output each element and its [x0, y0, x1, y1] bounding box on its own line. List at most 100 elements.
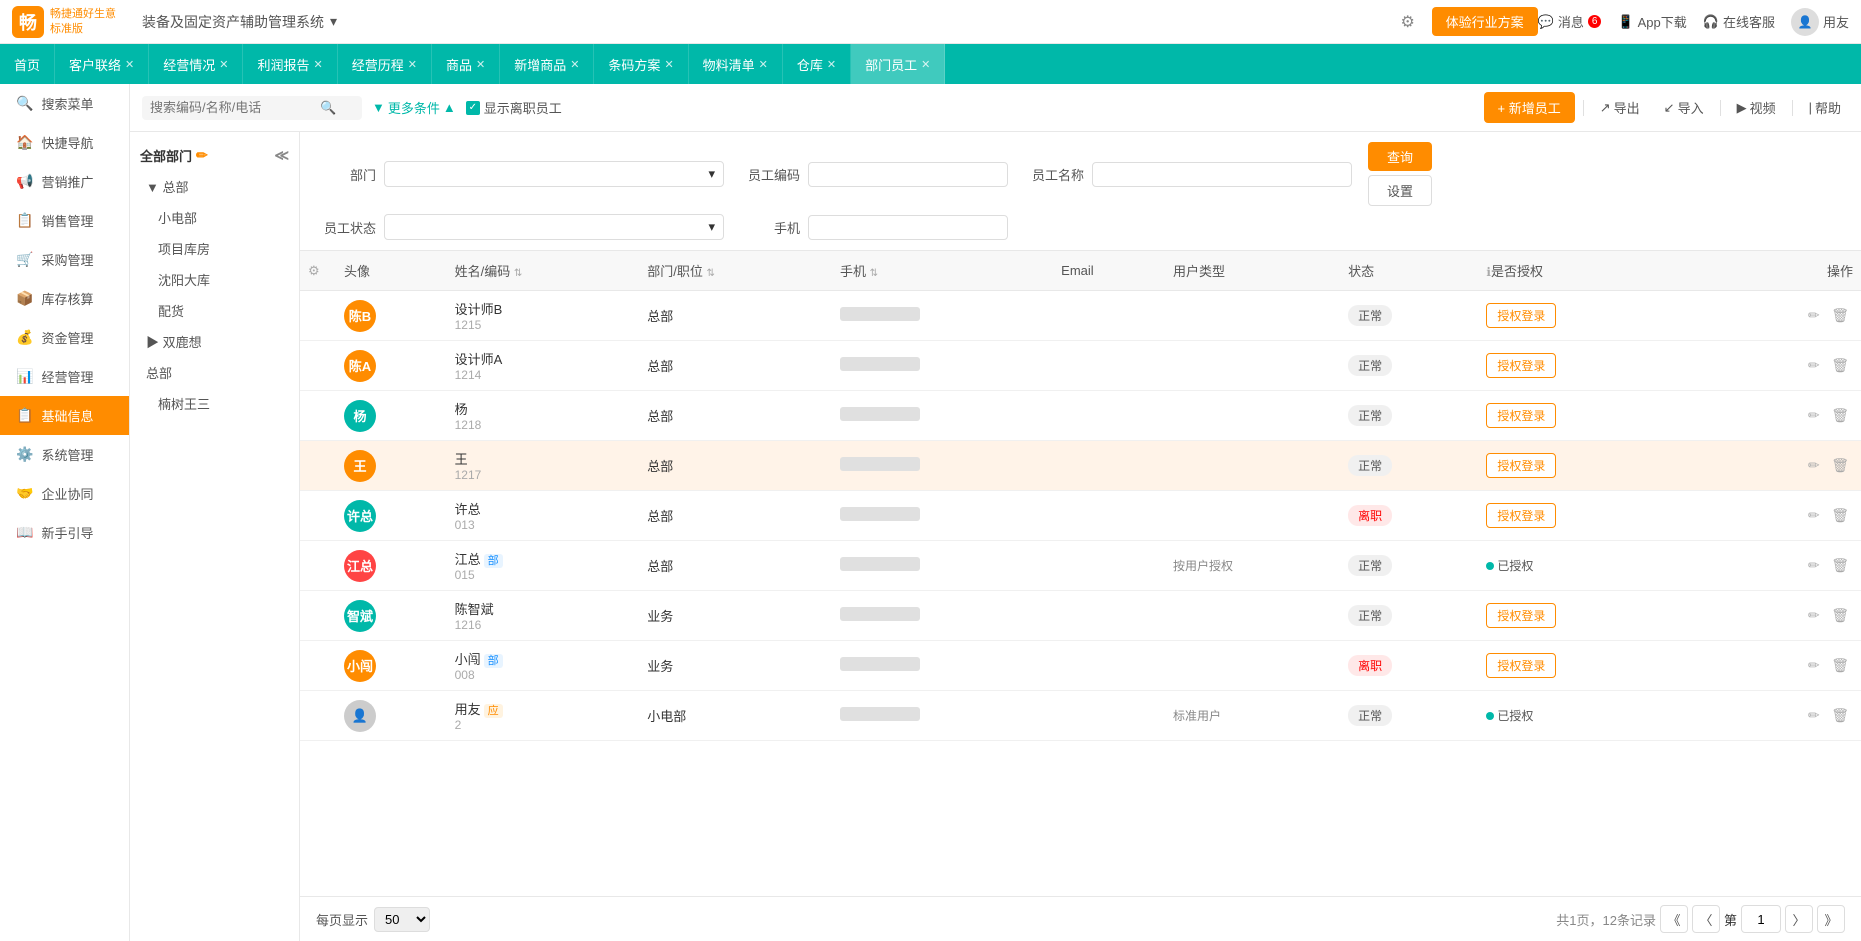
- auth-button[interactable]: 授权登录: [1486, 303, 1556, 328]
- last-page-button[interactable]: 》: [1817, 905, 1845, 933]
- auth-button[interactable]: 授权登录: [1486, 603, 1556, 628]
- next-page-button[interactable]: 〉: [1785, 905, 1813, 933]
- add-employee-button[interactable]: + 新增员工: [1484, 92, 1575, 123]
- sidebar-item-marketing[interactable]: 📢营销推广: [0, 162, 129, 201]
- delete-button[interactable]: 🗑: [1827, 355, 1853, 375]
- edit-button[interactable]: ✏: [1804, 605, 1824, 625]
- gear-button[interactable]: ⚙: [1394, 8, 1422, 36]
- auth-button[interactable]: 授权登录: [1486, 353, 1556, 378]
- import-button[interactable]: ↙ 导入: [1656, 94, 1712, 121]
- app-download-button[interactable]: 📱 App下载: [1617, 12, 1686, 31]
- phone-input[interactable]: [808, 215, 1008, 240]
- close-tab-icon[interactable]: ✕: [570, 58, 579, 71]
- nav-tab-仓库[interactable]: 仓库✕: [783, 44, 851, 84]
- delete-button[interactable]: 🗑: [1827, 455, 1853, 475]
- dept-item-小电部[interactable]: 小电部: [130, 202, 299, 233]
- close-tab-icon[interactable]: ✕: [219, 58, 228, 71]
- sidebar-item-operation[interactable]: 📊经营管理: [0, 357, 129, 396]
- sidebar-item-quick-nav[interactable]: 🏠快捷导航: [0, 123, 129, 162]
- nav-tab-经营历程[interactable]: 经营历程✕: [338, 44, 432, 84]
- col-name-code[interactable]: 姓名/编码 ⇅: [447, 251, 640, 291]
- delete-button[interactable]: 🗑: [1827, 405, 1853, 425]
- first-page-button[interactable]: 《: [1660, 905, 1688, 933]
- auth-button[interactable]: 授权登录: [1486, 503, 1556, 528]
- delete-button[interactable]: 🗑: [1827, 555, 1853, 575]
- nav-tab-商品[interactable]: 商品✕: [432, 44, 500, 84]
- delete-button[interactable]: 🗑: [1827, 705, 1853, 725]
- sidebar-item-enterprise[interactable]: 🤝企业协同: [0, 474, 129, 513]
- close-tab-icon[interactable]: ✕: [921, 58, 930, 71]
- delete-button[interactable]: 🗑: [1827, 305, 1853, 325]
- message-button[interactable]: 💬 消息 6: [1538, 12, 1602, 31]
- show-resigned-toggle[interactable]: ✓ 显示离职员工: [466, 98, 562, 117]
- help-button[interactable]: | 帮助: [1801, 94, 1849, 121]
- edit-button[interactable]: ✏: [1804, 555, 1824, 575]
- sidebar-item-inventory[interactable]: 📦库存核算: [0, 279, 129, 318]
- edit-button[interactable]: ✏: [1804, 305, 1824, 325]
- edit-button[interactable]: ✏: [1804, 355, 1824, 375]
- close-tab-icon[interactable]: ✕: [125, 58, 134, 71]
- close-tab-icon[interactable]: ✕: [476, 58, 485, 71]
- online-service-button[interactable]: 🎧 在线客服: [1703, 12, 1775, 31]
- search-button[interactable]: 查询: [1368, 142, 1432, 171]
- close-tab-icon[interactable]: ✕: [759, 58, 768, 71]
- dept-select[interactable]: ▾: [384, 161, 724, 187]
- dept-item-沈阳大库[interactable]: 沈阳大库: [130, 264, 299, 295]
- edit-dept-icon[interactable]: ✏: [196, 147, 208, 164]
- employee-name-input[interactable]: [1092, 162, 1352, 187]
- nav-tab-条码方案[interactable]: 条码方案✕: [594, 44, 688, 84]
- auth-button[interactable]: 授权登录: [1486, 403, 1556, 428]
- dept-item-配货[interactable]: 配货: [130, 295, 299, 326]
- reset-button[interactable]: 设置: [1368, 175, 1432, 206]
- nav-tab-客户联络[interactable]: 客户联络✕: [55, 44, 149, 84]
- nav-tab-经营情况[interactable]: 经营情况✕: [149, 44, 243, 84]
- nav-tab-首页[interactable]: 首页: [0, 44, 55, 84]
- export-button[interactable]: ↗ 导出: [1592, 94, 1648, 121]
- sidebar-item-finance[interactable]: 💰资金管理: [0, 318, 129, 357]
- user-avatar[interactable]: 👤 用友: [1791, 8, 1849, 36]
- sidebar-item-system[interactable]: ⚙️系统管理: [0, 435, 129, 474]
- page-number-input[interactable]: [1741, 905, 1781, 933]
- col-phone[interactable]: 手机 ⇅: [832, 251, 1053, 291]
- dept-item-项目库房[interactable]: 项目库房: [130, 233, 299, 264]
- edit-button[interactable]: ✏: [1804, 505, 1824, 525]
- delete-button[interactable]: 🗑: [1827, 655, 1853, 675]
- edit-button[interactable]: ✏: [1804, 655, 1824, 675]
- close-tab-icon[interactable]: ✕: [664, 58, 673, 71]
- delete-button[interactable]: 🗑: [1827, 605, 1853, 625]
- employee-status-select[interactable]: ▾: [384, 214, 724, 240]
- edit-button[interactable]: ✏: [1804, 455, 1824, 475]
- collapse-tree-icon[interactable]: ≪: [274, 147, 289, 164]
- sidebar-item-sales[interactable]: 📋销售管理: [0, 201, 129, 240]
- page-navigation: 共1页，12条记录 《 〈 第 〉 》: [1556, 905, 1845, 933]
- close-tab-icon[interactable]: ✕: [408, 58, 417, 71]
- per-page-select[interactable]: 50 20 100: [374, 907, 430, 932]
- search-input[interactable]: [150, 100, 320, 115]
- sidebar-item-guide[interactable]: 📖新手引导: [0, 513, 129, 552]
- delete-button[interactable]: 🗑: [1827, 505, 1853, 525]
- dept-item-总部[interactable]: ▼ 总部: [130, 171, 299, 202]
- search-input-wrap[interactable]: 🔍: [142, 96, 362, 120]
- sidebar-item-basic[interactable]: 📋基础信息: [0, 396, 129, 435]
- auth-button[interactable]: 授权登录: [1486, 453, 1556, 478]
- video-button[interactable]: ▶ 视频: [1729, 94, 1784, 121]
- nav-tab-部门员工[interactable]: 部门员工✕: [851, 44, 945, 84]
- dept-item-楠树王三[interactable]: 楠树王三: [130, 388, 299, 419]
- close-tab-icon[interactable]: ✕: [827, 58, 836, 71]
- more-conditions-button[interactable]: ▼ 更多条件 ▲: [372, 98, 456, 117]
- col-dept-position[interactable]: 部门/职位 ⇅: [639, 251, 832, 291]
- nav-tab-利润报告[interactable]: 利润报告✕: [243, 44, 337, 84]
- sidebar-item-purchase[interactable]: 🛒采购管理: [0, 240, 129, 279]
- prev-page-button[interactable]: 〈: [1692, 905, 1720, 933]
- dept-item-总部[interactable]: 总部: [130, 357, 299, 388]
- edit-button[interactable]: ✏: [1804, 405, 1824, 425]
- close-tab-icon[interactable]: ✕: [314, 58, 323, 71]
- nav-tab-物料清单[interactable]: 物料清单✕: [689, 44, 783, 84]
- employee-code-input[interactable]: [808, 162, 1008, 187]
- dept-item-双鹿想[interactable]: ▶ 双鹿想: [130, 326, 299, 357]
- sidebar-item-search[interactable]: 🔍搜索菜单: [0, 84, 129, 123]
- auth-button[interactable]: 授权登录: [1486, 653, 1556, 678]
- nav-tab-新增商品[interactable]: 新增商品✕: [500, 44, 594, 84]
- edit-button[interactable]: ✏: [1804, 705, 1824, 725]
- trial-button[interactable]: 体验行业方案: [1432, 7, 1538, 36]
